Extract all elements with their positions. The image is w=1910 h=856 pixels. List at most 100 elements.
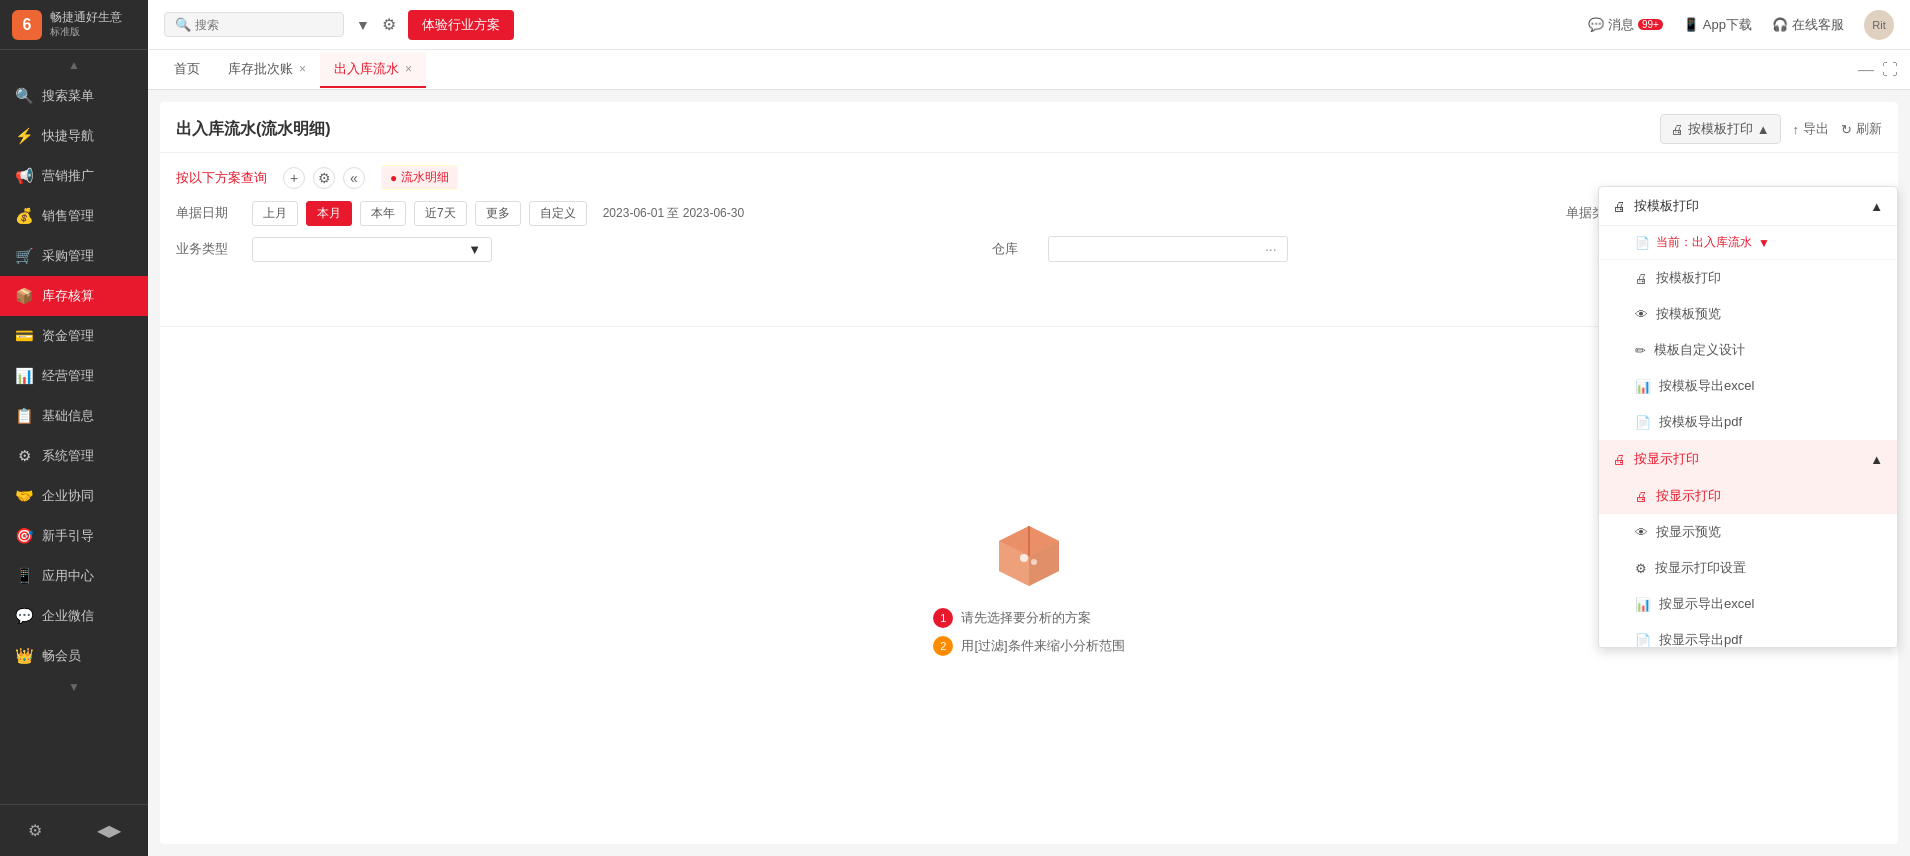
date-btn-last-month[interactable]: 上月 (252, 201, 298, 226)
search-icon: 🔍 (14, 86, 34, 106)
sidebar-label-system: 系统管理 (42, 447, 94, 465)
sidebar-item-inventory[interactable]: 📦 库存核算 (0, 276, 148, 316)
date-btn-custom[interactable]: 自定义 (529, 201, 587, 226)
logo-text: 畅捷通好生意 标准版 (50, 10, 122, 40)
sidebar-item-system[interactable]: ⚙ 系统管理 (0, 436, 148, 476)
warehouse-select[interactable]: ··· (1048, 236, 1288, 262)
tab-minimize-btn[interactable]: — (1858, 61, 1874, 79)
app-download-btn[interactable]: 📱 App下载 (1683, 16, 1752, 34)
message-badge: 99+ (1638, 19, 1663, 30)
app-logo: 6 畅捷通好生意 标准版 (0, 0, 148, 50)
template-export-excel-label: 按模板导出excel (1659, 377, 1754, 395)
sidebar-item-membership[interactable]: 👑 畅会员 (0, 636, 148, 676)
sidebar-item-finance[interactable]: 💳 资金管理 (0, 316, 148, 356)
header-search-box[interactable]: 🔍 (164, 12, 344, 37)
sidebar-item-wechat[interactable]: 💬 企业微信 (0, 596, 148, 636)
finance-icon: 💳 (14, 326, 34, 346)
message-label: 消息 (1608, 16, 1634, 34)
filter-collapse-btn[interactable]: « (343, 167, 365, 189)
date-filter-label: 单据日期 (176, 204, 236, 222)
export-btn[interactable]: ↑ 导出 (1793, 120, 1830, 138)
dropdown-item-display-export-excel[interactable]: 📊 按显示导出excel (1599, 586, 1897, 622)
sidebar-label-purchase: 采购管理 (42, 247, 94, 265)
date-filter: 上月 本月 本年 近7天 更多 自定义 (252, 201, 587, 226)
dropdown-item-template-customize[interactable]: ✏ 模板自定义设计 (1599, 332, 1897, 368)
message-btn[interactable]: 💬 消息 99+ (1588, 16, 1663, 34)
sidebar-label-sales: 销售管理 (42, 207, 94, 225)
filter-tag-water[interactable]: ● 流水明细 (381, 165, 458, 190)
date-btn-7days[interactable]: 近7天 (414, 201, 467, 226)
dropdown-item-template-export-pdf[interactable]: 📄 按模板导出pdf (1599, 404, 1897, 440)
trial-btn[interactable]: 体验行业方案 (408, 10, 514, 40)
page-header: 出入库流水(流水明细) 🖨 按模板打印 ▲ ↑ 导出 ↻ (160, 102, 1898, 153)
dropdown-item-display-print[interactable]: 🖨 按显示打印 (1599, 478, 1897, 514)
app-header: 🔍 ▼ ⚙ 体验行业方案 💬 消息 99+ 📱 App下载 🎧 (148, 0, 1910, 50)
message-icon: 💬 (1588, 17, 1604, 32)
business-type-select[interactable]: ▼ (252, 237, 492, 262)
print-template-btn[interactable]: 🖨 按模板打印 ▲ (1660, 114, 1781, 144)
date-btn-this-year[interactable]: 本年 (360, 201, 406, 226)
display-export-pdf-label: 按显示导出pdf (1659, 631, 1742, 647)
sidebar-item-enterprise[interactable]: 🤝 企业协同 (0, 476, 148, 516)
sidebar-item-app-center[interactable]: 📱 应用中心 (0, 556, 148, 596)
tab-home[interactable]: 首页 (160, 52, 214, 88)
dropdown-display-section-header[interactable]: 🖨 按显示打印 ▲ (1599, 440, 1897, 478)
avatar-text: Rit (1872, 19, 1885, 31)
collapse-sidebar-btn[interactable]: ◀▶ (91, 815, 127, 846)
tab-inventory-batch[interactable]: 库存批次账 × (214, 52, 320, 88)
online-service-btn[interactable]: 🎧 在线客服 (1772, 16, 1844, 34)
sidebar-item-sales[interactable]: 💰 销售管理 (0, 196, 148, 236)
print-dropdown-panel: 🖨 按模板打印 ▲ 📄 当前：出入库流水 ▼ 🖨 按模板打印 (1598, 186, 1898, 648)
tab-maximize-btn[interactable]: ⛶ (1882, 61, 1898, 79)
filter-add-btn[interactable]: + (283, 167, 305, 189)
sidebar-item-purchase[interactable]: 🛒 采购管理 (0, 236, 148, 276)
quick-nav-icon: ⚡ (14, 126, 34, 146)
display-print-label: 按显示打印 (1656, 487, 1721, 505)
dropdown-template-header-label: 🖨 按模板打印 (1613, 197, 1699, 215)
filter-settings-btn[interactable]: ⚙ (313, 167, 335, 189)
page-title: 出入库流水(流水明细) (176, 119, 331, 140)
display-export-excel-icon: 📊 (1635, 597, 1651, 612)
online-service-label: 在线客服 (1792, 16, 1844, 34)
tab-inout-flow[interactable]: 出入库流水 × (320, 52, 426, 88)
sidebar-item-quick-nav[interactable]: ⚡ 快捷导航 (0, 116, 148, 156)
dropdown-item-template-preview[interactable]: 👁 按模板预览 (1599, 296, 1897, 332)
wechat-icon: 💬 (14, 606, 34, 626)
sidebar-item-basic-info[interactable]: 📋 基础信息 (0, 396, 148, 436)
tab-inventory-batch-close[interactable]: × (299, 62, 306, 76)
sidebar-item-search[interactable]: 🔍 搜索菜单 (0, 76, 148, 116)
dropdown-item-template-print[interactable]: 🖨 按模板打印 (1599, 260, 1897, 296)
date-btn-more[interactable]: 更多 (475, 201, 521, 226)
sidebar-item-guide[interactable]: 🎯 新手引导 (0, 516, 148, 556)
settings-bottom-btn[interactable]: ⚙ (22, 815, 48, 846)
dropdown-item-display-print-settings[interactable]: ⚙ 按显示打印设置 (1599, 550, 1897, 586)
template-customize-label: 模板自定义设计 (1654, 341, 1745, 359)
sidebar-label-operations: 经营管理 (42, 367, 94, 385)
dropdown-item-template-export-excel[interactable]: 📊 按模板导出excel (1599, 368, 1897, 404)
sidebar-item-marketing[interactable]: 📢 营销推广 (0, 156, 148, 196)
empty-steps: 1 请先选择要分析的方案 2 用[过滤]条件来缩小分析范围 (933, 608, 1124, 656)
template-print-label: 按模板打印 (1656, 269, 1721, 287)
svg-point-5 (1020, 554, 1028, 562)
dropdown-item-display-preview[interactable]: 👁 按显示预览 (1599, 514, 1897, 550)
header-search-input[interactable] (195, 18, 315, 32)
date-btn-this-month[interactable]: 本月 (306, 201, 352, 226)
system-icon: ⚙ (14, 446, 34, 466)
tab-inout-flow-close[interactable]: × (405, 62, 412, 76)
date-range-display: 2023-06-01 至 2023-06-30 (603, 205, 744, 222)
dropdown-template-header[interactable]: 🖨 按模板打印 ▲ (1599, 187, 1897, 226)
refresh-btn[interactable]: ↻ 刷新 (1841, 120, 1882, 138)
template-preview-label: 按模板预览 (1656, 305, 1721, 323)
display-print-settings-label: 按显示打印设置 (1655, 559, 1746, 577)
display-preview-icon: 👁 (1635, 525, 1648, 540)
sidebar-item-operations[interactable]: 📊 经营管理 (0, 356, 148, 396)
sidebar-label-app-center: 应用中心 (42, 567, 94, 585)
dropdown-item-display-export-pdf[interactable]: 📄 按显示导出pdf (1599, 622, 1897, 647)
header-gear-icon[interactable]: ⚙ (382, 15, 396, 34)
business-type-chevron: ▼ (468, 242, 481, 257)
header-dropdown-chevron[interactable]: ▼ (356, 17, 370, 33)
app-edition: 标准版 (50, 25, 122, 39)
scroll-up-arrow: ▲ (68, 58, 80, 72)
user-avatar[interactable]: Rit (1864, 10, 1894, 40)
tab-inout-flow-label: 出入库流水 (334, 60, 399, 78)
